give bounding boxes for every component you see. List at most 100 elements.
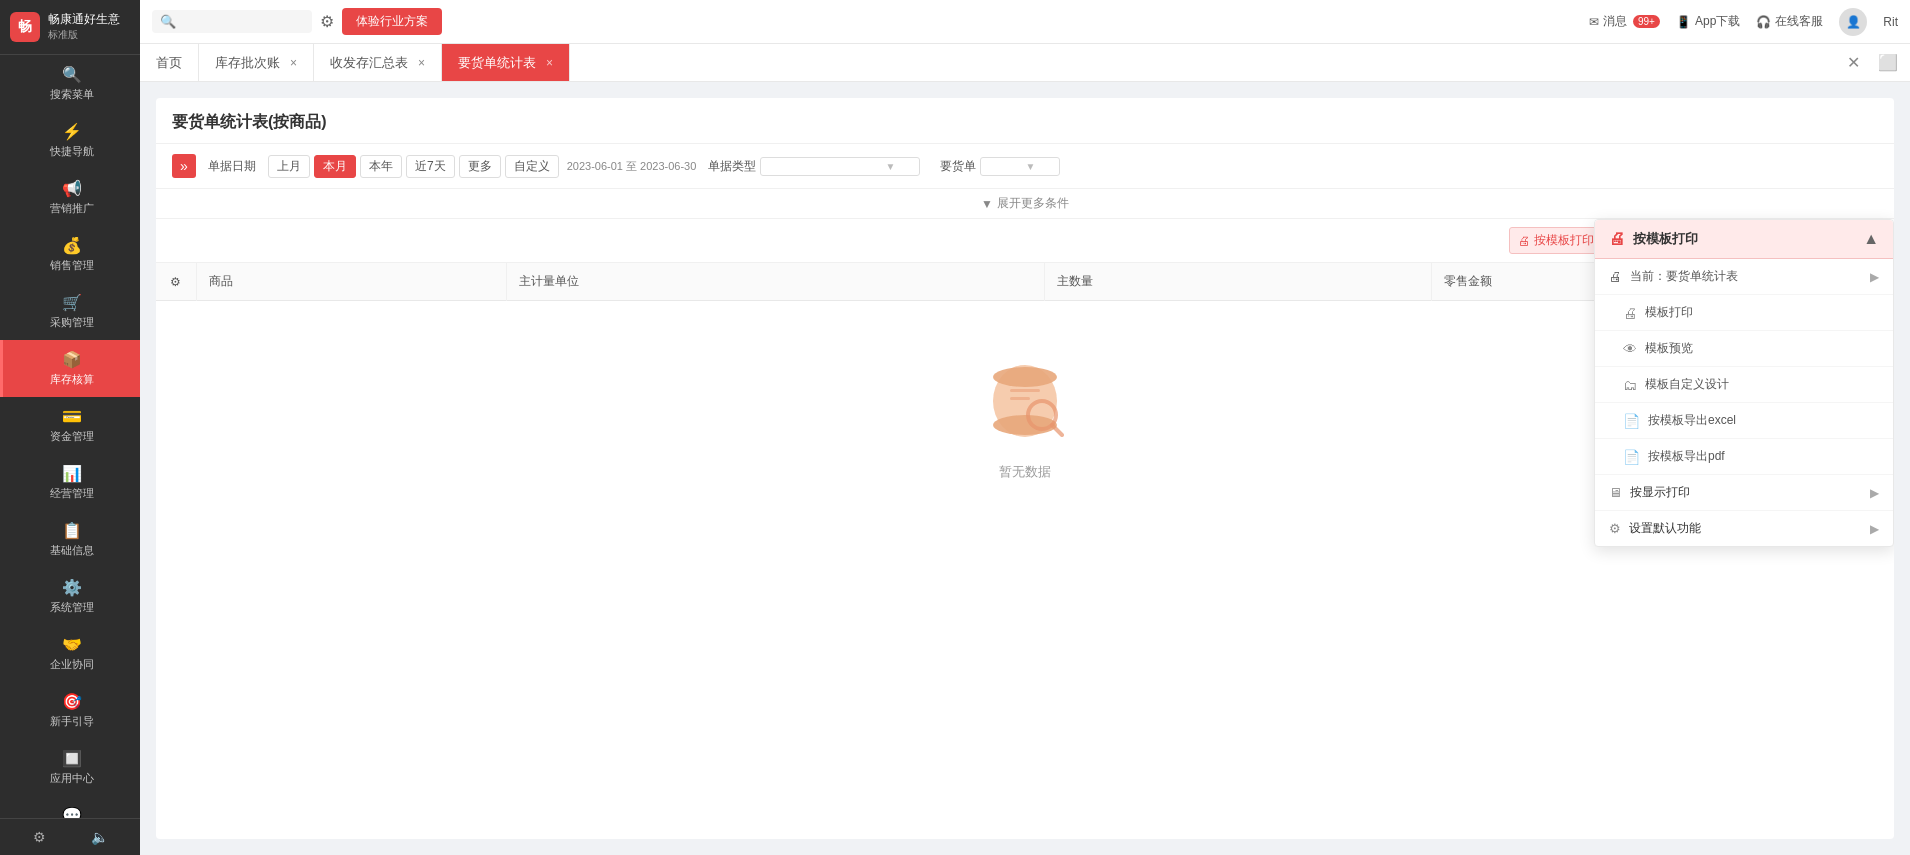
order-type-select[interactable]: ▼ [760, 157, 920, 176]
dropdown-current-label: 当前：要货单统计表 [1630, 268, 1738, 285]
sidebar-item-quick-nav[interactable]: ⚡ 快捷导航 [0, 112, 140, 169]
sidebar-item-app-center[interactable]: 🔲 应用中心 [0, 739, 140, 796]
tab-bar: 首页 库存批次账 × 收发存汇总表 × 要货单统计表 × ✕ ⬜ [140, 44, 1910, 82]
col-qty: 主数量 [1045, 263, 1431, 301]
sidebar-item-sales[interactable]: 💰 销售管理 [0, 226, 140, 283]
prev-month-btn[interactable]: 上月 [268, 155, 310, 178]
lightning-icon: ⚡ [62, 122, 82, 141]
dropdown-current-item[interactable]: 🖨 当前：要货单统计表 ▶ [1595, 259, 1893, 295]
print-dropdown: 🖨 按模板打印 ▲ 🖨 当前：要货单统计表 ▶ [1594, 219, 1894, 547]
sidebar-item-wechat[interactable]: 💬 企业微信 [0, 796, 140, 818]
dropdown-item-export-excel[interactable]: 📄 按模板导出excel [1595, 403, 1893, 439]
sidebar-item-inventory[interactable]: 📦 库存核算 [0, 340, 140, 397]
sidebar-item-guide[interactable]: 🎯 新手引导 [0, 682, 140, 739]
sidebar-item-finance[interactable]: 💳 资金管理 [0, 397, 140, 454]
wechat-icon: 💬 [62, 806, 82, 818]
empty-icon [980, 361, 1070, 451]
display-print-label: 按显示打印 [1630, 484, 1690, 501]
dropdown-section-default-settings[interactable]: ⚙ 设置默认功能 ▶ [1595, 511, 1893, 546]
messages-action[interactable]: ✉ 消息 99+ [1589, 13, 1660, 30]
card-icon: 💳 [62, 407, 82, 426]
dropdown-section-display-print[interactable]: 🖥 按显示打印 ▶ [1595, 475, 1893, 511]
dropdown-item-template-preview[interactable]: 👁 模板预览 [1595, 331, 1893, 367]
dropdown-item-template-print-label: 模板打印 [1645, 304, 1693, 321]
sidebar-item-label: 销售管理 [50, 258, 94, 273]
header-left: 🔍 ⚙ 体验行业方案 [152, 8, 442, 35]
more-dates-btn[interactable]: 更多 [459, 155, 501, 178]
dropdown-item-export-pdf[interactable]: 📄 按模板导出pdf [1595, 439, 1893, 475]
tab-order-stats[interactable]: 要货单统计表 × [442, 44, 570, 81]
page-title-bar: 要货单统计表(按商品) [156, 98, 1894, 144]
dropdown-item-template-design[interactable]: 🗂 模板自定义设计 [1595, 367, 1893, 403]
date-buttons: 上月 本月 本年 近7天 更多 自定义 2023-06-01 至 2023-06… [268, 155, 696, 178]
template-design-icon: 🗂 [1623, 377, 1637, 393]
search-icon: 🔍 [62, 65, 82, 84]
chevron-down-icon-2: ▼ [1025, 161, 1035, 172]
app-download-action[interactable]: 📱 App下载 [1676, 13, 1740, 30]
tab-order-stats-close[interactable]: × [546, 56, 553, 70]
svg-point-1 [993, 367, 1057, 387]
gear-icon: ⚙️ [62, 578, 82, 597]
default-settings-chevron: ▶ [1870, 522, 1879, 536]
current-year-btn[interactable]: 本年 [360, 155, 402, 178]
money-icon: 💰 [62, 236, 82, 255]
current-item-icon: 🖨 [1609, 269, 1622, 284]
avatar[interactable]: 👤 [1839, 8, 1867, 36]
message-icon: ✉ [1589, 15, 1599, 29]
dropdown-title: 按模板打印 [1633, 230, 1698, 248]
current-month-btn[interactable]: 本月 [314, 155, 356, 178]
goods-select[interactable]: ▼ [980, 157, 1060, 176]
messages-badge: 99+ [1633, 15, 1660, 28]
order-type-label: 单据类型 [708, 158, 756, 175]
sidebar-item-operations[interactable]: 📊 经营管理 [0, 454, 140, 511]
expand-more-row[interactable]: ▼ 展开更多条件 [156, 189, 1894, 219]
close-window-btn[interactable]: ✕ [1839, 49, 1868, 76]
search-box[interactable]: 🔍 [152, 10, 312, 33]
last-7-days-btn[interactable]: 近7天 [406, 155, 455, 178]
sidebar-item-label: 采购管理 [50, 315, 94, 330]
speaker-btn[interactable]: 🔈 [91, 829, 108, 845]
online-service-action[interactable]: 🎧 在线客服 [1756, 13, 1823, 30]
main-area: 🔍 ⚙ 体验行业方案 ✉ 消息 99+ 📱 App下载 🎧 在线客服 👤 [140, 0, 1910, 855]
order-type-filter: 单据类型 ▼ [708, 157, 920, 176]
custom-date-btn[interactable]: 自定义 [505, 155, 559, 178]
tab-home[interactable]: 首页 [140, 44, 199, 81]
export-pdf-icon: 📄 [1623, 449, 1640, 465]
sidebar-item-marketing[interactable]: 📢 营销推广 [0, 169, 140, 226]
display-print-chevron: ▶ [1870, 486, 1879, 500]
col-settings[interactable]: ⚙ [156, 263, 196, 301]
expand-filter-btn[interactable]: » [172, 154, 196, 178]
dropdown-section-left-2: ⚙ 设置默认功能 [1609, 520, 1701, 537]
sidebar-item-label: 库存核算 [50, 372, 94, 387]
page-title: 要货单统计表(按商品) [172, 112, 1878, 133]
megaphone-icon: 📢 [62, 179, 82, 198]
dropdown-close-btn[interactable]: ▲ [1863, 230, 1879, 248]
template-print-icon: 🖨 [1623, 305, 1637, 321]
sidebar-item-system[interactable]: ⚙️ 系统管理 [0, 568, 140, 625]
chevron-down-icon: ▼ [885, 161, 895, 172]
dropdown-section-left: 🖥 按显示打印 [1609, 484, 1690, 501]
header-settings-btn[interactable]: ⚙ [320, 12, 334, 31]
dropdown-item-template-print[interactable]: 🖨 模板打印 [1595, 295, 1893, 331]
sidebar-item-label: 基础信息 [50, 543, 94, 558]
toolbar-row: 🖨 按模板打印 ▲ 🖨 当前：要货单统计表 ▶ [156, 219, 1894, 263]
tab-collection-summary[interactable]: 收发存汇总表 × [314, 44, 442, 81]
settings-bottom-btn[interactable]: ⚙ [33, 829, 46, 845]
dropdown-header: 🖨 按模板打印 ▲ [1595, 220, 1893, 259]
sidebar-nav: 🔍 搜索菜单 ⚡ 快捷导航 📢 营销推广 💰 销售管理 🛒 采购管理 📦 库存核… [0, 55, 140, 818]
search-input[interactable] [180, 15, 300, 29]
page-card: 要货单统计表(按商品) » 单据日期 上月 本月 本年 近7天 更多 自定义 2… [156, 98, 1894, 839]
sidebar-item-purchase[interactable]: 🛒 采购管理 [0, 283, 140, 340]
default-settings-label: 设置默认功能 [1629, 520, 1701, 537]
col-unit: 主计量单位 [506, 263, 1044, 301]
tab-batch-accounts[interactable]: 库存批次账 × [199, 44, 314, 81]
tab-collection-summary-label: 收发存汇总表 [330, 54, 408, 72]
tab-collection-summary-close[interactable]: × [418, 56, 425, 70]
sidebar-item-search[interactable]: 🔍 搜索菜单 [0, 55, 140, 112]
maximize-window-btn[interactable]: ⬜ [1870, 49, 1906, 76]
tab-batch-accounts-close[interactable]: × [290, 56, 297, 70]
sidebar-item-basic[interactable]: 📋 基础信息 [0, 511, 140, 568]
trial-button[interactable]: 体验行业方案 [342, 8, 442, 35]
grid-icon: 🔲 [62, 749, 82, 768]
sidebar-item-cooperation[interactable]: 🤝 企业协同 [0, 625, 140, 682]
